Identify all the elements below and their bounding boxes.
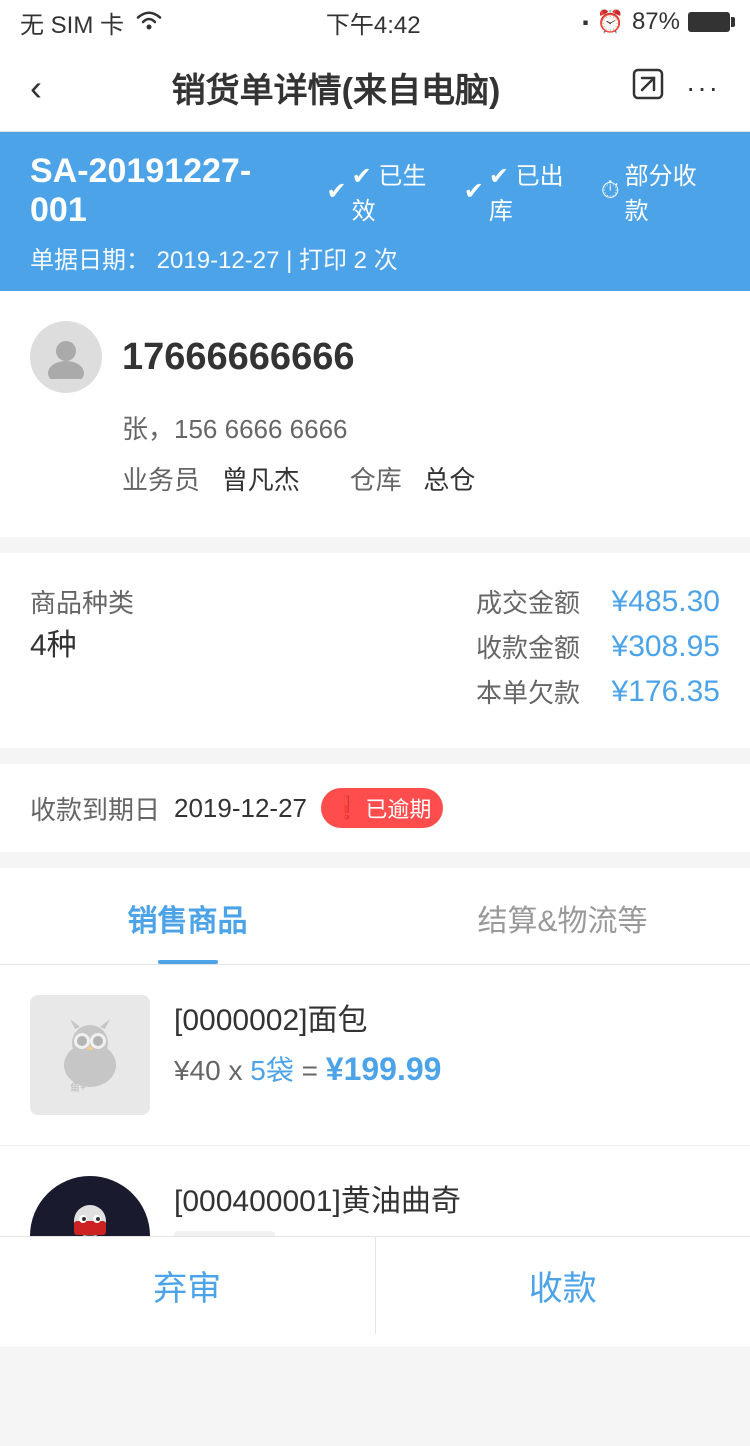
status-left: 无 SIM 卡	[20, 5, 164, 40]
due-date: 2019-12-27	[174, 793, 307, 824]
wifi-icon	[134, 8, 164, 37]
back-button[interactable]: ‹	[30, 67, 42, 109]
due-label: 收款到期日	[30, 790, 160, 827]
alarm-icon: ⏰	[597, 9, 624, 35]
tabs-section: 销售商品 结算&物流等	[0, 868, 750, 965]
avatar	[30, 321, 102, 393]
status-shipped: ✔ ✔ 已出库	[464, 156, 587, 226]
reject-button[interactable]: 弃审	[0, 1237, 376, 1334]
summary-section: 商品种类 4种 成交金额 ¥485.30 收款金额 ¥308.95 本单欠款 ¥…	[0, 553, 750, 748]
summary-right: 成交金额 ¥485.30 收款金额 ¥308.95 本单欠款 ¥176.35	[476, 583, 720, 718]
salesperson-value: 曾凡杰	[222, 465, 300, 495]
nav-title: 销货单详情(来自电脑)	[172, 63, 501, 112]
clock-icon: ⏱	[601, 177, 620, 205]
location-icon: ⬝	[583, 9, 589, 35]
customer-section: 17666666666 张，156 6666 6666 业务员 曾凡杰 仓库 总…	[0, 291, 750, 537]
product-type-label: 商品种类	[30, 583, 134, 620]
header-banner: SA-20191227-001 ✔ ✔ 已生效 ✔ ✔ 已出库 ⏱ 部分收款 单…	[0, 132, 750, 291]
warehouse-item: 仓库 总仓	[350, 460, 476, 497]
due-section: 收款到期日 2019-12-27 ❗ 已逾期	[0, 764, 750, 852]
svg-text:鱼+: 鱼+	[70, 1081, 86, 1094]
debt-amount-row: 本单欠款 ¥176.35	[476, 673, 720, 710]
export-button[interactable]	[630, 66, 666, 110]
customer-id: 17666666666	[122, 336, 354, 379]
status-partial-payment: ⏱ 部分收款	[601, 156, 720, 226]
tab-sales-products[interactable]: 销售商品	[0, 868, 375, 964]
tab-settlement-logistics[interactable]: 结算&物流等	[375, 868, 750, 964]
product-name-1: [0000002]面包	[174, 995, 720, 1039]
check-icon-2: ✔	[464, 177, 484, 206]
total-1: ¥199.99	[326, 1051, 442, 1087]
overdue-text: 已逾期	[365, 792, 431, 824]
status-right: ⬝ ⏰ 87%	[583, 8, 730, 36]
status-bar: 无 SIM 卡 下午4:42 ⬝ ⏰ 87%	[0, 0, 750, 44]
price-unit-1: ¥40	[174, 1055, 221, 1086]
nav-left: ‹	[30, 67, 42, 109]
date-label: 单据日期：	[30, 247, 150, 274]
recv-amount-row: 收款金额 ¥308.95	[476, 628, 720, 665]
salesperson-item: 业务员 曾凡杰	[122, 460, 300, 497]
trans-amount: ¥485.30	[600, 585, 720, 619]
more-button[interactable]: ···	[686, 72, 720, 104]
warehouse-value: 总仓	[423, 465, 475, 495]
status-effective: ✔ ✔ 已生效	[326, 156, 449, 226]
product-item-1: 鱼+ [0000002]面包 ¥40 x 5袋 = ¥199.99	[0, 965, 750, 1146]
product-price-1: ¥40 x 5袋 = ¥199.99	[174, 1049, 720, 1089]
status-time: 下午4:42	[326, 5, 421, 40]
overdue-icon: ❗	[333, 795, 360, 821]
customer-meta: 业务员 曾凡杰 仓库 总仓	[122, 460, 720, 497]
product-thumb-1: 鱼+	[30, 995, 150, 1115]
trans-amount-row: 成交金额 ¥485.30	[476, 583, 720, 620]
banner-row2: 单据日期： 2019-12-27 | 打印 2 次	[30, 240, 720, 275]
battery-text: 87%	[632, 8, 680, 36]
debt-label: 本单欠款	[476, 673, 580, 710]
equals-1: =	[302, 1055, 326, 1086]
summary-left: 商品种类 4种	[30, 583, 134, 664]
battery-icon	[688, 12, 730, 32]
banner-row1: SA-20191227-001 ✔ ✔ 已生效 ✔ ✔ 已出库 ⏱ 部分收款	[30, 152, 720, 230]
nav-bar: ‹ 销货单详情(来自电脑) ···	[0, 44, 750, 132]
carrier-text: 无 SIM 卡	[20, 5, 124, 40]
debt-amount: ¥176.35	[600, 675, 720, 709]
tabs-row: 销售商品 结算&物流等	[0, 868, 750, 965]
recv-label: 收款金额	[476, 628, 580, 665]
product-type-count: 4种	[30, 620, 134, 664]
order-date: 2019-12-27	[157, 247, 280, 274]
collect-button[interactable]: 收款	[376, 1237, 750, 1334]
trans-label: 成交金额	[476, 583, 580, 620]
customer-top: 17666666666	[30, 321, 720, 393]
product-info-1: [0000002]面包 ¥40 x 5袋 = ¥199.99	[174, 995, 720, 1089]
price-x-1: x	[229, 1055, 251, 1086]
bottom-bar: 弃审 收款	[0, 1236, 750, 1334]
status-badges: ✔ ✔ 已生效 ✔ ✔ 已出库 ⏱ 部分收款	[326, 156, 720, 226]
customer-name-phone: 张，156 6666 6666	[122, 409, 720, 446]
check-icon-1: ✔	[326, 177, 346, 206]
print-info: | 打印 2 次	[286, 247, 398, 274]
overdue-badge: ❗ 已逾期	[321, 788, 443, 828]
qty-1: 5袋	[250, 1055, 294, 1086]
product-name-2: [000400001]黄油曲奇	[174, 1176, 720, 1220]
customer-info: 张，156 6666 6666 业务员 曾凡杰 仓库 总仓	[122, 409, 720, 497]
order-id: SA-20191227-001	[30, 152, 306, 230]
nav-right: ···	[630, 66, 720, 110]
recv-amount: ¥308.95	[600, 630, 720, 664]
